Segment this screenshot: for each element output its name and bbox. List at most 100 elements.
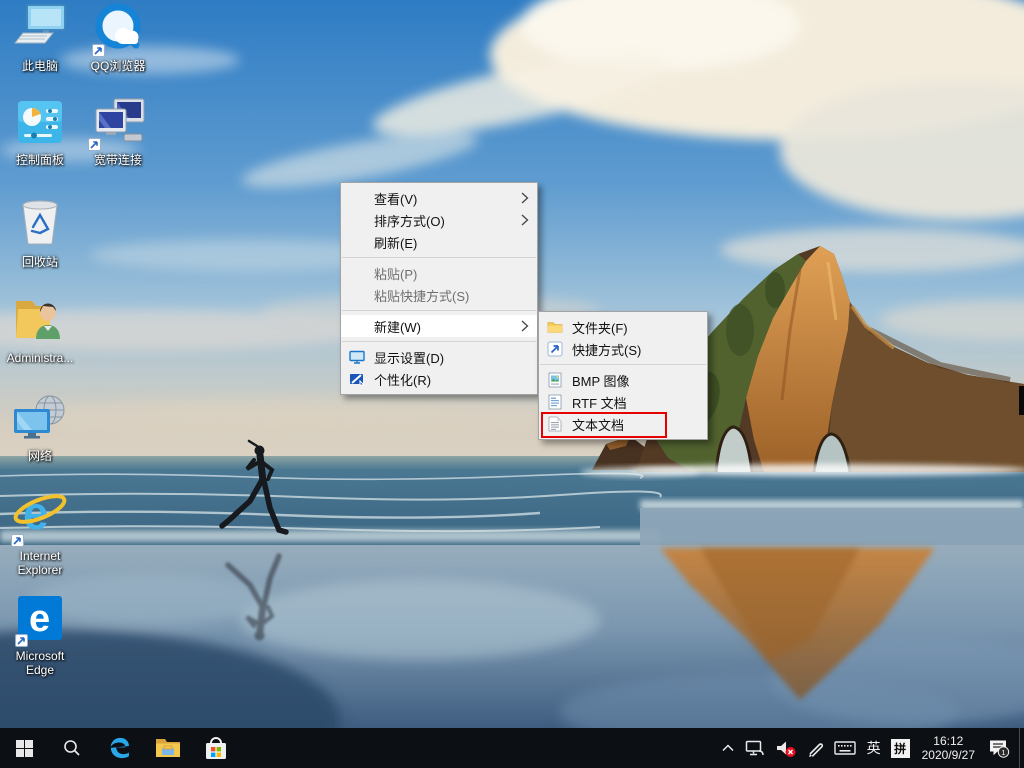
desktop-icon-label: 宽带连接 [94, 153, 142, 167]
folder-icon [547, 319, 563, 335]
menu-item-label: BMP 图像 [572, 371, 630, 390]
ime-indicator[interactable]: 拼 [891, 739, 910, 758]
this-pc-icon [13, 3, 67, 56]
show-desktop-button[interactable] [1019, 728, 1024, 768]
submenu-chevron-icon [521, 214, 529, 229]
menu-item-label: 新建(W) [374, 317, 421, 336]
display-settings-icon [349, 349, 365, 365]
desktop-icon-label: 控制面板 [16, 153, 64, 167]
language-indicator[interactable]: 英 [861, 738, 887, 758]
menu-item-label: 排序方式(O) [374, 211, 445, 230]
tray-touch-keyboard-icon[interactable] [829, 728, 861, 768]
system-tray: 英 拼 16:12 2020/9/27 1 [716, 728, 1024, 768]
broadband-connection-icon [90, 97, 146, 150]
shortcut-icon [547, 341, 563, 357]
menu-item-new[interactable]: 新建(W) [341, 315, 537, 337]
clock-time: 16:12 [922, 734, 975, 748]
menu-item-label: 显示设置(D) [374, 348, 444, 367]
shortcut-arrow-icon [92, 44, 105, 57]
desktop-icon-this-pc[interactable]: 此电脑 [2, 6, 78, 73]
notification-badge: 1 [1001, 748, 1005, 757]
desktop-icon-internet-explorer[interactable]: e Internet Explorer [2, 496, 78, 577]
internet-explorer-icon: e [13, 487, 67, 546]
tray-network-icon[interactable] [740, 728, 770, 768]
submenu-chevron-icon [521, 320, 529, 335]
shortcut-arrow-icon [15, 634, 28, 647]
search-button[interactable] [48, 728, 96, 768]
menu-item-label: 文本文档 [572, 415, 624, 434]
user-folder-icon [14, 293, 66, 348]
personalize-icon [349, 371, 365, 387]
desktop-icon-recycle-bin[interactable]: 回收站 [2, 202, 78, 269]
text-document-icon [547, 416, 563, 432]
taskbar-file-explorer-button[interactable] [144, 728, 192, 768]
desktop-icon-label: QQ浏览器 [91, 59, 146, 73]
menu-separator [540, 364, 706, 365]
desktop-icon-network[interactable]: 网络 [2, 396, 78, 463]
submenu-item-text-document[interactable]: 文本文档 [539, 413, 707, 435]
tray-chevron-up-icon[interactable] [716, 728, 740, 768]
menu-separator [342, 341, 536, 342]
menu-item-label: 文件夹(F) [572, 318, 628, 337]
menu-item-label: RTF 文档 [572, 393, 627, 412]
menu-separator [342, 310, 536, 311]
desktop-context-menu: 查看(V) 排序方式(O) 刷新(E) 粘贴(P) 粘贴快捷方式(S) 新建(W… [340, 182, 538, 395]
svg-text:e: e [29, 598, 50, 640]
desktop-icon-broadband[interactable]: 宽带连接 [80, 100, 156, 167]
menu-item-display-settings[interactable]: 显示设置(D) [341, 346, 537, 368]
desktop-icon-label: 网络 [28, 449, 52, 463]
taskbar: 英 拼 16:12 2020/9/27 1 [0, 728, 1024, 768]
menu-item-view[interactable]: 查看(V) [341, 187, 537, 209]
store-icon [204, 735, 228, 761]
notification-icon: 1 [988, 738, 1010, 758]
submenu-item-shortcut[interactable]: 快捷方式(S) [539, 338, 707, 360]
desktop-icon-label: 回收站 [22, 255, 58, 269]
menu-item-label: 快捷方式(S) [572, 340, 641, 359]
submenu-item-rtf-document[interactable]: RTF 文档 [539, 391, 707, 413]
menu-item-label: 刷新(E) [374, 233, 417, 252]
shortcut-arrow-icon [11, 534, 24, 547]
desktop-icon-label: Administra... [7, 351, 74, 365]
screen-edge-artifact [1019, 386, 1024, 415]
rtf-document-icon [547, 394, 563, 410]
menu-item-label: 个性化(R) [374, 370, 431, 389]
taskbar-edge-button[interactable] [96, 728, 144, 768]
menu-item-paste[interactable]: 粘贴(P) [341, 262, 537, 284]
search-icon [63, 739, 81, 757]
taskbar-clock[interactable]: 16:12 2020/9/27 [914, 734, 983, 762]
menu-item-label: 查看(V) [374, 189, 417, 208]
desktop-icon-label: Internet Explorer [2, 549, 78, 577]
desktop-icon-administrator[interactable]: Administra... [2, 298, 78, 365]
menu-item-label: 粘贴快捷方式(S) [374, 286, 469, 305]
menu-item-paste-shortcut[interactable]: 粘贴快捷方式(S) [341, 284, 537, 306]
submenu-item-folder[interactable]: 文件夹(F) [539, 316, 707, 338]
tray-volume-muted-icon[interactable] [770, 728, 802, 768]
desktop-icon-control-panel[interactable]: 控制面板 [2, 100, 78, 167]
start-button[interactable] [0, 728, 48, 768]
file-explorer-icon [155, 737, 181, 759]
shortcut-arrow-icon [88, 138, 101, 151]
windows-logo-icon [16, 740, 33, 757]
desktop-icon-microsoft-edge[interactable]: e Microsoft Edge [2, 596, 78, 677]
tray-pen-icon[interactable] [802, 728, 829, 768]
control-panel-icon [16, 99, 64, 150]
action-center-button[interactable]: 1 [983, 728, 1015, 768]
taskbar-store-button[interactable] [192, 728, 240, 768]
svg-text:e: e [23, 487, 49, 539]
menu-item-label: 粘贴(P) [374, 264, 417, 283]
new-submenu: 文件夹(F) 快捷方式(S) BMP 图像 RTF 文档 文本文档 [538, 311, 708, 440]
menu-item-personalize[interactable]: 个性化(R) [341, 368, 537, 390]
recycle-bin-icon [19, 197, 61, 252]
menu-item-sort-by[interactable]: 排序方式(O) [341, 209, 537, 231]
submenu-chevron-icon [521, 192, 529, 207]
menu-item-refresh[interactable]: 刷新(E) [341, 231, 537, 253]
submenu-item-bmp-image[interactable]: BMP 图像 [539, 369, 707, 391]
desktop-icon-label: 此电脑 [22, 59, 58, 73]
desktop: 此电脑 QQ浏览器 [0, 0, 1024, 768]
qq-browser-icon [94, 3, 142, 56]
edge-icon [107, 735, 133, 761]
desktop-icon-qq-browser[interactable]: QQ浏览器 [80, 6, 156, 73]
clock-date: 2020/9/27 [922, 748, 975, 762]
menu-separator [342, 257, 536, 258]
desktop-icon-label: Microsoft Edge [2, 649, 78, 677]
